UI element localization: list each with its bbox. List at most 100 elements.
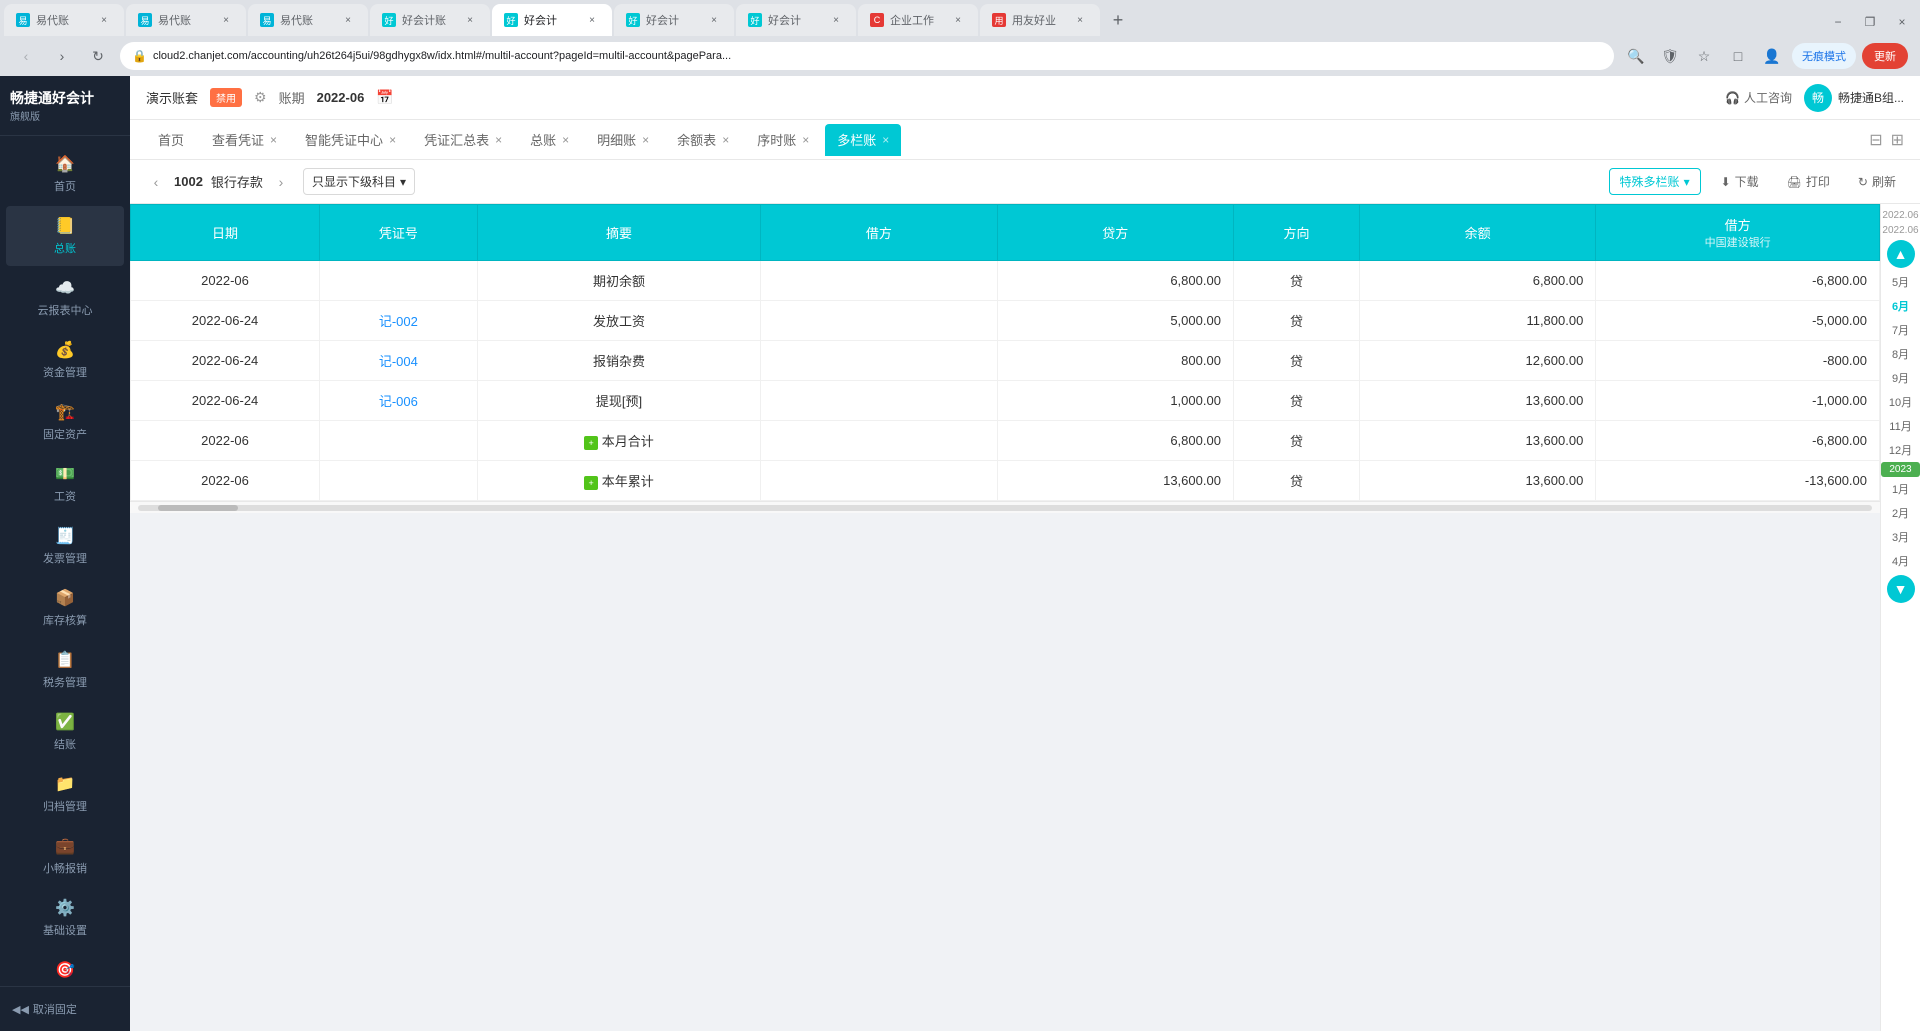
sidebar-item-close[interactable]: ✅ 结账 [6,702,124,762]
calendar-icon[interactable]: 📅 [376,89,393,106]
back-button[interactable]: ‹ [12,42,40,70]
sidebar-item-ledger[interactable]: 📒 总账 [6,206,124,266]
next-account-button[interactable]: › [271,172,291,192]
timeline-jan[interactable]: 1月 [1881,477,1920,501]
timeline-may[interactable]: 5月 [1881,270,1920,294]
cell-voucher[interactable]: 记-004 [320,341,478,381]
tab-voucher[interactable]: 查看凭证 × [200,124,289,156]
tab-journal[interactable]: 序时账 × [745,124,821,156]
tab-detail-ledger[interactable]: 明细账 × [585,124,661,156]
tab-balance[interactable]: 余额表 × [665,124,741,156]
tab-close-6[interactable]: × [706,12,722,28]
new-tab-button[interactable]: + [1102,4,1134,36]
special-multi-button[interactable]: 特殊多栏账 ▾ [1609,168,1701,195]
tab-smart-voucher[interactable]: 智能凭证中心 × [293,124,408,156]
timeline-september[interactable]: 9月 [1881,366,1920,390]
tab-smart-voucher-close[interactable]: × [389,133,396,147]
tab-close-9[interactable]: × [1072,12,1088,28]
update-button[interactable]: 更新 [1862,43,1908,69]
sidebar-item-settings[interactable]: ⚙️ 基础设置 [6,888,124,948]
browser-tab-1[interactable]: 易 易代账 × [4,4,124,36]
cell-voucher[interactable]: 记-006 [320,381,478,421]
tab-home[interactable]: 首页 [146,124,196,156]
timeline-down-button[interactable]: ▼ [1887,575,1915,603]
tab-voucher-summary[interactable]: 凭证汇总表 × [412,124,514,156]
tab-detail-ledger-close[interactable]: × [642,133,649,147]
sidebar-item-payroll[interactable]: 💵 工资 [6,454,124,514]
prev-account-button[interactable]: ‹ [146,172,166,192]
tab-multi-column[interactable]: 多栏账 × [825,124,901,156]
url-bar[interactable]: 🔒 cloud2.chanjet.com/accounting/uh26t264… [120,42,1614,70]
filter-dropdown[interactable]: 只显示下级科目 ▾ [303,168,415,195]
tab-general-ledger[interactable]: 总账 × [518,124,581,156]
tab-multi-column-close[interactable]: × [882,133,889,147]
tab-close-7[interactable]: × [828,12,844,28]
user-avatar: 畅 [1804,84,1832,112]
timeline-july[interactable]: 7月 [1881,318,1920,342]
sidebar-item-archive[interactable]: 📁 归档管理 [6,764,124,824]
wuhen-button[interactable]: 无痕模式 [1792,43,1856,69]
timeline-apr[interactable]: 4月 [1881,549,1920,573]
scrollbar-thumb[interactable] [158,505,238,511]
timeline-august[interactable]: 8月 [1881,342,1920,366]
collapse-button[interactable]: ◀◀ 取消固定 [6,995,124,1023]
browser-tab-6[interactable]: 好 好会计 × [614,4,734,36]
tab-general-ledger-close[interactable]: × [562,133,569,147]
browser-tab-5[interactable]: 好 好会计 × [492,4,612,36]
restore-button[interactable]: ❐ [1856,8,1884,36]
timeline-feb[interactable]: 2月 [1881,501,1920,525]
sidebar-item-report[interactable]: ☁️ 云报表中心 [6,268,124,328]
timeline-june[interactable]: 6月 [1881,294,1920,318]
tab-voucher-summary-close[interactable]: × [495,133,502,147]
browser-tab-7[interactable]: 好 好会计 × [736,4,856,36]
search-browser-button[interactable]: 🔍 [1622,42,1650,70]
browser-tab-2[interactable]: 易 易代账 × [126,4,246,36]
shield-icon[interactable]: 🛡 [1656,42,1684,70]
sidebar-item-guide[interactable]: 🎯 新手引导 [6,950,124,986]
sidebar-item-funds[interactable]: 💰 资金管理 [6,330,124,390]
expand-tabs-icon[interactable]: ⊞ [1891,130,1904,150]
tab-balance-close[interactable]: × [722,133,729,147]
consult-button[interactable]: 🎧 人工咨询 [1725,89,1792,106]
sidebar-item-tax[interactable]: 📋 税务管理 [6,640,124,700]
settings-gear-icon[interactable]: ⚙ [254,89,267,106]
tab-close-4[interactable]: × [462,12,478,28]
download-button[interactable]: ⬇ 下载 [1713,169,1767,194]
tab-close-2[interactable]: × [218,12,234,28]
tab-close-5[interactable]: × [584,12,600,28]
forward-button[interactable]: › [48,42,76,70]
timeline-december[interactable]: 12月 [1881,438,1920,462]
browser-tab-8[interactable]: C 企业工作 × [858,4,978,36]
horizontal-scrollbar[interactable] [130,501,1880,513]
timeline-up-button[interactable]: ▲ [1887,240,1915,268]
sidebar-item-home[interactable]: 🏠 首页 [6,144,124,204]
timeline-october[interactable]: 10月 [1881,390,1920,414]
browser-tab-9[interactable]: 用 用友好业 × [980,4,1100,36]
tab-voucher-summary-label: 凭证汇总表 [424,130,489,149]
browser-tab-3[interactable]: 易 易代账 × [248,4,368,36]
sidebar-item-inventory[interactable]: 📦 库存核算 [6,578,124,638]
sidebar-item-expense[interactable]: 💼 小畅报销 [6,826,124,886]
print-button[interactable]: 🖨 打印 [1779,169,1838,194]
browser-tab-4[interactable]: 好 好会计账 × [370,4,490,36]
timeline-november[interactable]: 11月 [1881,414,1920,438]
cell-credit: 6,800.00 [997,421,1233,461]
tab-close-8[interactable]: × [950,12,966,28]
star-button[interactable]: ☆ [1690,42,1718,70]
tab-voucher-close[interactable]: × [270,133,277,147]
extension-button[interactable]: □ [1724,42,1752,70]
refresh-browser-button[interactable]: ↻ [84,42,112,70]
tab-close-1[interactable]: × [96,12,112,28]
timeline-mar[interactable]: 3月 [1881,525,1920,549]
minimize-button[interactable]: − [1824,8,1852,36]
tab-close-3[interactable]: × [340,12,356,28]
collapse-tabs-icon[interactable]: ⊟ [1869,130,1882,150]
cell-voucher[interactable]: 记-002 [320,301,478,341]
sidebar-item-assets[interactable]: 🏗️ 固定资产 [6,392,124,452]
refresh-button[interactable]: ↻ 刷新 [1850,169,1904,194]
user-info[interactable]: 畅 畅捷通B组... [1804,84,1904,112]
tab-journal-close[interactable]: × [802,133,809,147]
sidebar-item-invoice[interactable]: 🧾 发票管理 [6,516,124,576]
close-window-button[interactable]: × [1888,8,1916,36]
account-circle-icon[interactable]: 👤 [1758,42,1786,70]
